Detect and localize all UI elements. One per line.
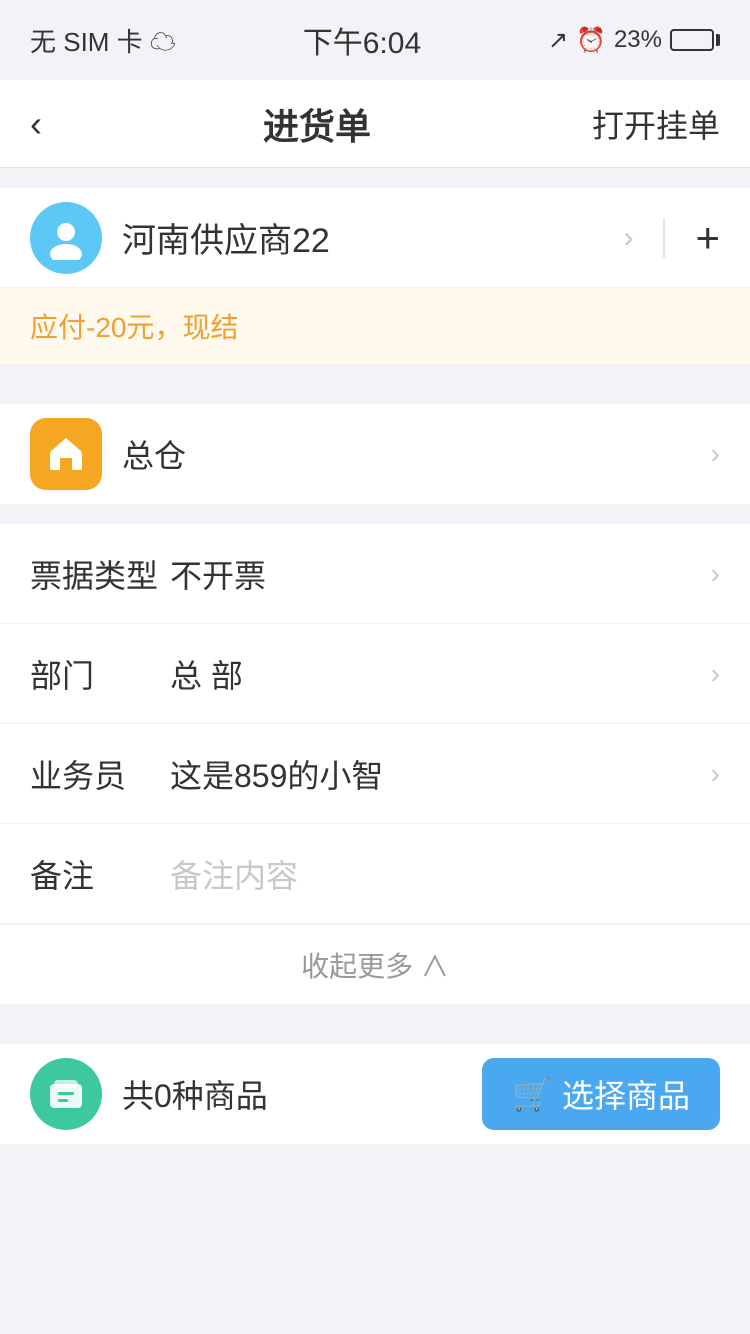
invoice-type-item[interactable]: 票据类型 不开票 › <box>0 524 750 624</box>
select-product-button[interactable]: 🛒 选择商品 <box>482 1058 720 1130</box>
page-title: 进货单 <box>263 98 371 150</box>
battery-icon <box>670 29 720 51</box>
supplier-chevron-icon: › <box>623 221 633 255</box>
department-item[interactable]: 部门 总 部 › <box>0 624 750 724</box>
section-gap-3 <box>0 1004 750 1024</box>
products-icon <box>30 1058 102 1130</box>
invoice-type-label: 票据类型 <box>30 551 170 597</box>
salesperson-chevron-icon: › <box>711 758 720 790</box>
remark-value[interactable]: 备注内容 <box>170 851 720 897</box>
status-right: ↗ ⏰ 23% <box>548 26 720 55</box>
invoice-type-chevron-icon: › <box>711 558 720 590</box>
collapse-bar[interactable]: 收起更多 ∧ <box>0 924 750 1004</box>
section-gap-1 <box>0 168 750 188</box>
collapse-text: 收起更多 ∧ <box>301 945 449 985</box>
invoice-type-value: 不开票 <box>170 551 711 597</box>
select-product-label: 选择商品 <box>562 1071 690 1117</box>
nav-bar: ‹ 进货单 打开挂单 <box>0 80 750 168</box>
supplier-divider <box>663 218 665 258</box>
open-pending-button[interactable]: 打开挂单 <box>592 101 720 147</box>
remark-label: 备注 <box>30 851 170 897</box>
status-bar: 无 SIM 卡 ☁ 下午6:04 ↗ ⏰ 23% <box>0 0 750 80</box>
department-label: 部门 <box>30 651 170 697</box>
supplier-avatar <box>30 202 102 274</box>
add-supplier-button[interactable]: + <box>695 217 720 259</box>
warehouse-section: 总仓 › <box>0 404 750 504</box>
battery-percent: 23% <box>614 26 662 54</box>
warehouse-item[interactable]: 总仓 › <box>0 404 750 504</box>
products-count: 共0种商品 <box>122 1071 482 1117</box>
supplier-section: 河南供应商22 › + <box>0 188 750 288</box>
remark-item[interactable]: 备注 备注内容 <box>0 824 750 924</box>
form-section: 票据类型 不开票 › 部门 总 部 › 业务员 这是859的小智 › 备注 备注… <box>0 524 750 924</box>
salesperson-value: 这是859的小智 <box>170 751 711 797</box>
warehouse-icon <box>30 418 102 490</box>
department-value: 总 部 <box>170 651 711 697</box>
supplier-name[interactable]: 河南供应商22 <box>122 213 623 262</box>
warehouse-chevron-icon: › <box>711 438 720 470</box>
warehouse-label: 总仓 <box>122 431 711 477</box>
alarm-icon: ⏰ <box>576 26 606 55</box>
section-gap-2 <box>0 364 750 384</box>
salesperson-item[interactable]: 业务员 这是859的小智 › <box>0 724 750 824</box>
back-button[interactable]: ‹ <box>30 103 42 145</box>
select-product-icon: 🛒 <box>512 1075 552 1113</box>
notice-text: 应付-20元，现结 <box>30 312 238 343</box>
department-chevron-icon: › <box>711 658 720 690</box>
status-left: 无 SIM 卡 ☁ <box>30 22 176 59</box>
notice-bar: 应付-20元，现结 <box>0 288 750 364</box>
salesperson-label: 业务员 <box>30 751 170 797</box>
products-section: 共0种商品 🛒 选择商品 <box>0 1044 750 1144</box>
location-icon: ↗ <box>548 26 568 55</box>
status-time: 下午6:04 <box>303 18 421 62</box>
